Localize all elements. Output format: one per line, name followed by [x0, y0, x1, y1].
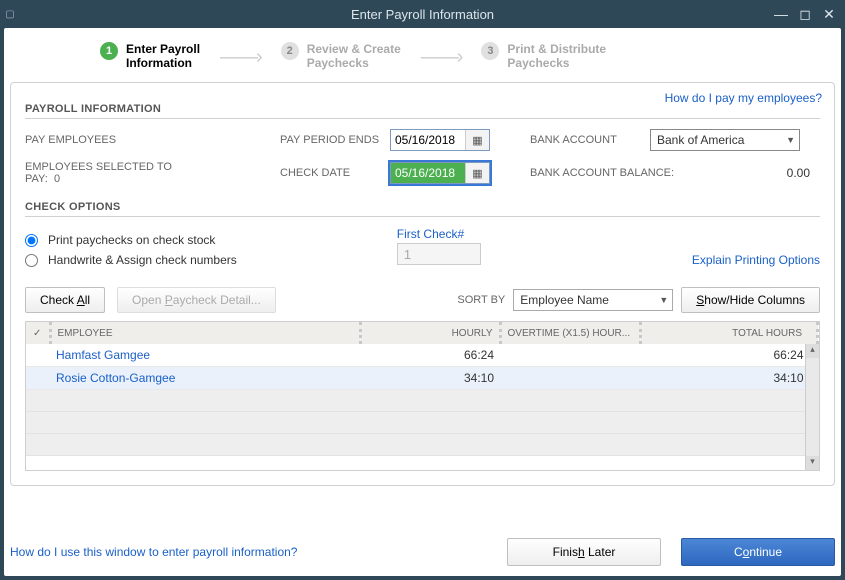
pay-period-ends-field[interactable]: ▦ [390, 129, 490, 151]
scroll-down-icon[interactable]: ▾ [806, 456, 819, 470]
titlebar: ▢ Enter Payroll Information — ◻ ✕ [0, 0, 845, 28]
check-date-label: CHECK DATE [280, 167, 390, 179]
window-title: Enter Payroll Information [351, 7, 494, 22]
step-2-number: 2 [281, 42, 299, 60]
step-2-label2: Paychecks [307, 56, 369, 70]
bank-account-select[interactable]: Bank of America ▼ [650, 129, 800, 151]
col-hourly[interactable]: HOURLY [360, 322, 500, 344]
sort-by-select[interactable]: Employee Name ▼ [513, 289, 673, 311]
chevron-down-icon: ▼ [659, 295, 668, 305]
step-3: 3 Print & DistributePaychecks [481, 42, 606, 70]
bank-balance-label: BANK ACCOUNT BALANCE: [530, 167, 674, 179]
cell-overtime[interactable] [500, 367, 640, 390]
check-date-field[interactable]: ▦ [390, 162, 490, 184]
step-1-number: 1 [100, 42, 118, 60]
radio-handwrite-label: Handwrite & Assign check numbers [48, 253, 237, 267]
employees-selected-count: 0 [54, 173, 60, 185]
cell-total[interactable]: 34:10 [640, 367, 818, 390]
step-1: 1 Enter PayrollInformation [100, 42, 200, 70]
section-payroll-info: PAYROLL INFORMATION [25, 103, 820, 119]
maximize-button[interactable]: ◻ [797, 6, 813, 23]
radio-print-input[interactable] [25, 234, 38, 247]
check-all-button[interactable]: Check All [25, 287, 105, 313]
bank-account-label: BANK ACCOUNT [530, 134, 650, 146]
radio-print-paychecks[interactable]: Print paychecks on check stock [25, 233, 237, 247]
employees-grid: ✓ EMPLOYEE HOURLY OVERTIME (X1.5) HOUR..… [25, 321, 820, 471]
pay-period-ends-label: PAY PERIOD ENDS [280, 134, 390, 146]
section-check-options: CHECK OPTIONS [25, 201, 820, 217]
scroll-up-icon[interactable]: ▴ [806, 344, 819, 358]
first-check-input [397, 243, 481, 265]
col-total[interactable]: TOTAL HOURS [640, 322, 818, 344]
continue-button[interactable]: Continue [681, 538, 835, 566]
step-2-label1: Review & Create [307, 42, 401, 56]
sort-by-value: Employee Name [520, 293, 609, 307]
employee-link[interactable]: Rosie Cotton-Gamgee [56, 371, 175, 385]
pay-period-ends-input[interactable] [391, 130, 465, 150]
pay-employees-label: PAY EMPLOYEES [25, 134, 190, 146]
bank-account-value: Bank of America [657, 133, 744, 147]
help-pay-employees-link[interactable]: How do I pay my employees? [665, 91, 822, 105]
first-check-label: First Check# [397, 227, 481, 241]
calendar-icon[interactable]: ▦ [465, 163, 489, 183]
table-row[interactable]: Rosie Cotton-Gamgee 34:10 34:10 [26, 367, 818, 390]
step-3-label2: Paychecks [507, 56, 569, 70]
cell-hourly[interactable]: 34:10 [360, 367, 500, 390]
employees-selected-label: EMPLOYEES SELECTED TO PAY: 0 [25, 161, 190, 185]
step-1-label2: Information [126, 56, 192, 70]
chevron-down-icon: ▼ [786, 135, 795, 145]
sort-by-label: SORT BY [457, 294, 505, 306]
window-body: 1 Enter PayrollInformation ——› 2 Review … [4, 28, 841, 576]
cell-overtime[interactable] [500, 344, 640, 367]
radio-handwrite[interactable]: Handwrite & Assign check numbers [25, 253, 237, 267]
step-3-label1: Print & Distribute [507, 42, 606, 56]
cell-total[interactable]: 66:24 [640, 344, 818, 367]
payroll-panel: How do I pay my employees? PAYROLL INFOR… [10, 82, 835, 486]
arrow-icon: ——› [421, 46, 462, 69]
employee-link[interactable]: Hamfast Gamgee [56, 348, 150, 362]
radio-print-label: Print paychecks on check stock [48, 233, 215, 247]
table-row[interactable]: Hamfast Gamgee 66:24 66:24 [26, 344, 818, 367]
close-button[interactable]: ✕ [821, 6, 837, 23]
help-use-window-link[interactable]: How do I use this window to enter payrol… [10, 545, 297, 559]
col-employee[interactable]: EMPLOYEE [50, 322, 360, 344]
finish-later-button[interactable]: Finish Later [507, 538, 661, 566]
bank-balance-value: 0.00 [787, 166, 810, 180]
show-hide-columns-button[interactable]: Show/Hide Columns [681, 287, 820, 313]
explain-printing-link[interactable]: Explain Printing Options [692, 253, 820, 267]
radio-handwrite-input[interactable] [25, 254, 38, 267]
step-2: 2 Review & CreatePaychecks [281, 42, 401, 70]
col-overtime[interactable]: OVERTIME (X1.5) HOUR... [500, 322, 640, 344]
check-date-input[interactable] [391, 163, 465, 183]
window-icon: ▢ [0, 9, 20, 20]
step-1-label1: Enter Payroll [126, 42, 200, 56]
scrollbar[interactable]: ▴ ▾ [805, 344, 819, 470]
wizard-steps: 1 Enter PayrollInformation ——› 2 Review … [10, 34, 835, 78]
arrow-icon: ——› [220, 46, 261, 69]
col-check[interactable]: ✓ [26, 322, 50, 344]
step-3-number: 3 [481, 42, 499, 60]
minimize-button[interactable]: — [773, 6, 789, 23]
cell-hourly[interactable]: 66:24 [360, 344, 500, 367]
open-paycheck-detail-button: Open Paycheck Detail... [117, 287, 276, 313]
calendar-icon[interactable]: ▦ [465, 130, 489, 150]
